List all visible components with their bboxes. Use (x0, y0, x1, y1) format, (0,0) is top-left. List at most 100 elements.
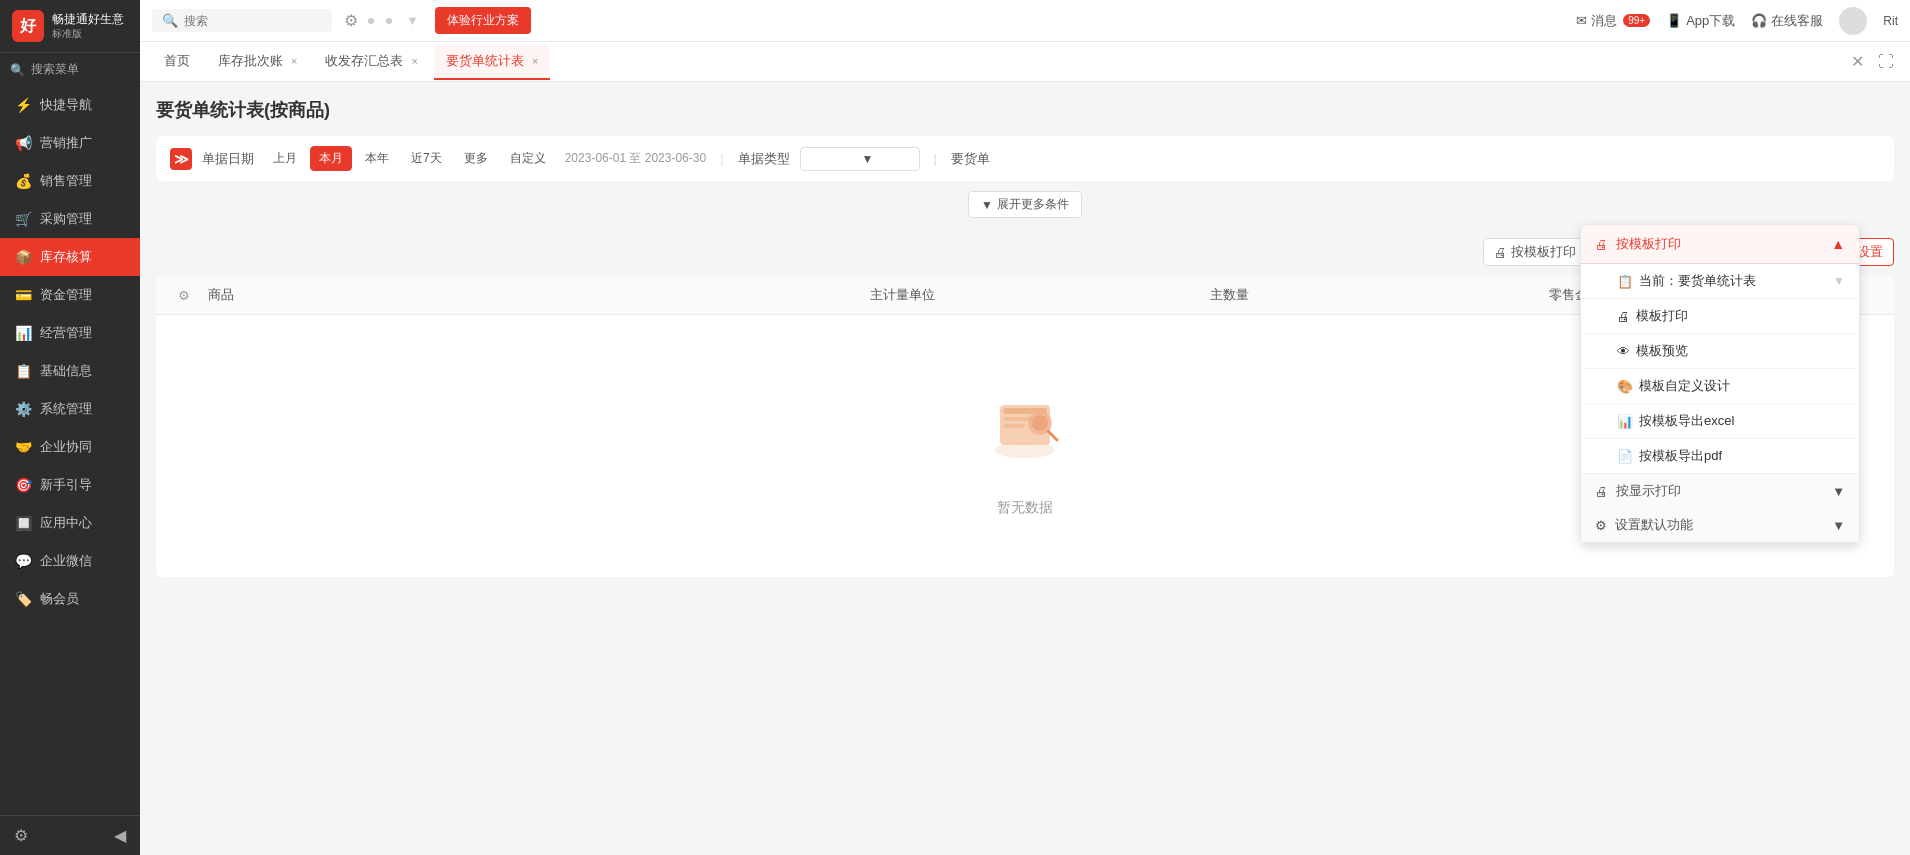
sidebar-item-sales[interactable]: 💰 销售管理 (0, 162, 140, 200)
dropdown-item-export-pdf[interactable]: 📄 按模板导出pdf (1581, 439, 1859, 473)
topbar-search-input[interactable] (184, 14, 314, 28)
tab-home[interactable]: 首页 (152, 44, 202, 80)
app-download-item[interactable]: 📱 App下载 (1666, 12, 1735, 30)
topbar-search-icon: 🔍 (162, 13, 178, 28)
filter-toggle-button[interactable]: ≫ (170, 148, 192, 170)
template-print-content: 🖨 模板打印 (1617, 307, 1688, 325)
svg-point-6 (1032, 415, 1048, 431)
collab-icon: 🤝 (14, 439, 32, 455)
expand-icon: ▼ (981, 198, 993, 212)
app-logo-icon: 好 (12, 10, 44, 42)
sidebar-item-inventory[interactable]: 📦 库存核算 (0, 238, 140, 276)
topbar-gear-icon[interactable]: ⚙ (344, 11, 358, 30)
date-btn-this-month[interactable]: 本月 (310, 146, 352, 171)
doc-type-more-label: 要货单 (951, 150, 990, 168)
online-support-item[interactable]: 🎧 在线客服 (1751, 12, 1823, 30)
dropdown-header[interactable]: 🖨 按模板打印 ▲ (1581, 225, 1859, 264)
basic-icon: 📋 (14, 363, 32, 379)
dropdown-item-template-custom[interactable]: 🎨 模板自定义设计 (1581, 369, 1859, 404)
system-icon: ⚙️ (14, 401, 32, 417)
topbar-search-box[interactable]: 🔍 (152, 9, 332, 32)
dropdown-current-section: 📋 当前：要货单统计表 ▼ (1581, 264, 1859, 299)
tabs-bar: 首页 库存批次账 × 收发存汇总表 × 要货单统计表 × ✕ ⛶ (140, 42, 1910, 82)
sidebar-item-label: 销售管理 (40, 172, 92, 190)
tab-order-stats[interactable]: 要货单统计表 × (434, 44, 550, 80)
print-template-dropdown: 🖨 按模板打印 ▲ 📋 当前：要货单统计表 ▼ 🖨 (1580, 224, 1860, 543)
template-custom-content: 🎨 模板自定义设计 (1617, 377, 1730, 395)
date-btn-last-7-days[interactable]: 近7天 (402, 146, 451, 171)
sidebar-item-wecom[interactable]: 💬 企业微信 (0, 542, 140, 580)
sidebar-item-appstore[interactable]: 🔲 应用中心 (0, 504, 140, 542)
close-window-icon[interactable]: ✕ (1847, 48, 1868, 75)
sidebar-logo: 好 畅捷通好生意 标准版 (0, 0, 140, 53)
finance-icon: 💳 (14, 287, 32, 303)
sidebar-search[interactable]: 🔍 搜索菜单 (0, 53, 140, 86)
sidebar-item-quick-nav[interactable]: ⚡ 快捷导航 (0, 86, 140, 124)
sidebar-item-label: 应用中心 (40, 514, 92, 532)
topbar: 🔍 ⚙ ▼ 体验行业方案 ✉ 消息 99+ 📱 App下载 🎧 在线客服 (140, 0, 1910, 42)
template-preview-content: 👁 模板预览 (1617, 342, 1688, 360)
date-btn-more[interactable]: 更多 (455, 146, 497, 171)
empty-text: 暂无数据 (997, 499, 1053, 517)
sidebar-item-member[interactable]: 🏷️ 畅会员 (0, 580, 140, 618)
dropdown-item-template-preview[interactable]: 👁 模板预览 (1581, 334, 1859, 369)
sidebar-item-operation[interactable]: 📊 经营管理 (0, 314, 140, 352)
messages-item[interactable]: ✉ 消息 99+ (1576, 12, 1650, 30)
default-func-chevron: ▼ (1832, 518, 1845, 533)
dropdown-current-item[interactable]: 📋 当前：要货单统计表 ▼ (1581, 264, 1859, 298)
search-icon: 🔍 (10, 63, 25, 77)
date-btn-prev-month[interactable]: 上月 (264, 146, 306, 171)
doc-type-select[interactable]: ▼ (800, 147, 920, 171)
industry-plan-button[interactable]: 体验行业方案 (435, 7, 531, 34)
sidebar-item-basic[interactable]: 📋 基础信息 (0, 352, 140, 390)
sidebar-item-system[interactable]: ⚙️ 系统管理 (0, 390, 140, 428)
sidebar-item-purchase[interactable]: 🛒 采购管理 (0, 200, 140, 238)
app-name-block: 畅捷通好生意 标准版 (52, 11, 124, 42)
user-avatar-item[interactable] (1839, 7, 1867, 35)
default-func-group[interactable]: ⚙ 设置默认功能 ▼ (1581, 508, 1859, 542)
operation-icon: 📊 (14, 325, 32, 341)
settings-label: 设置 (1857, 243, 1883, 261)
wecom-icon: 💬 (14, 553, 32, 569)
expand-window-icon[interactable]: ⛶ (1874, 49, 1898, 75)
sidebar-item-finance[interactable]: 💳 资金管理 (0, 276, 140, 314)
messages-badge: 99+ (1623, 14, 1650, 27)
settings-bottom-icon[interactable]: ⚙ (14, 826, 28, 845)
tab-batch-account-close[interactable]: × (291, 55, 297, 67)
default-func-label: 设置默认功能 (1615, 516, 1693, 534)
dropdown-item-export-excel[interactable]: 📊 按模板导出excel (1581, 404, 1859, 439)
sidebar: 好 畅捷通好生意 标准版 🔍 搜索菜单 ⚡ 快捷导航 📢 营销推广 💰 销售管理… (0, 0, 140, 855)
date-btn-this-year[interactable]: 本年 (356, 146, 398, 171)
dropdown-item-template-print[interactable]: 🖨 模板打印 (1581, 299, 1859, 334)
template-custom-label: 模板自定义设计 (1639, 377, 1730, 395)
export-pdf-icon: 📄 (1617, 449, 1633, 464)
support-icon: 🎧 (1751, 13, 1767, 28)
expand-more-conditions-button[interactable]: ▼ 展开更多条件 (968, 191, 1082, 218)
content-area: 要货单统计表(按商品) ≫ 单据日期 上月 本月 本年 近7天 更多 自定义 2… (140, 82, 1910, 855)
th-settings[interactable]: ⚙ (170, 288, 200, 303)
template-print-label: 模板打印 (1636, 307, 1688, 325)
default-func-left: ⚙ 设置默认功能 (1595, 516, 1693, 534)
sidebar-item-marketing[interactable]: 📢 营销推广 (0, 124, 140, 162)
main-area: 🔍 ⚙ ▼ 体验行业方案 ✉ 消息 99+ 📱 App下载 🎧 在线客服 (140, 0, 1910, 855)
tab-home-label: 首页 (164, 52, 190, 70)
export-pdf-label: 按模板导出pdf (1639, 447, 1722, 465)
collapse-sidebar-icon[interactable]: ◀ (114, 826, 126, 845)
page-title: 要货单统计表(按商品) (156, 98, 1894, 122)
display-print-group[interactable]: 🖨 按显示打印 ▼ (1581, 474, 1859, 508)
tab-order-stats-close[interactable]: × (532, 55, 538, 67)
tab-batch-account[interactable]: 库存批次账 × (206, 44, 309, 80)
date-btn-custom[interactable]: 自定义 (501, 146, 555, 171)
sidebar-item-collab[interactable]: 🤝 企业协同 (0, 428, 140, 466)
tab-receipt-summary[interactable]: 收发存汇总表 × (313, 44, 429, 80)
th-product: 商品 (200, 286, 862, 304)
appstore-icon: 🔲 (14, 515, 32, 531)
sidebar-nav: ⚡ 快捷导航 📢 营销推广 💰 销售管理 🛒 采购管理 📦 库存核算 💳 资金管… (0, 86, 140, 815)
sidebar-item-label: 库存核算 (40, 248, 92, 266)
sidebar-search-label: 搜索菜单 (31, 61, 79, 78)
tab-receipt-summary-close[interactable]: × (411, 55, 417, 67)
sidebar-item-label: 资金管理 (40, 286, 92, 304)
sidebar-item-guide[interactable]: 🎯 新手引导 (0, 466, 140, 504)
export-excel-icon: 📊 (1617, 414, 1633, 429)
user-avatar (1839, 7, 1867, 35)
